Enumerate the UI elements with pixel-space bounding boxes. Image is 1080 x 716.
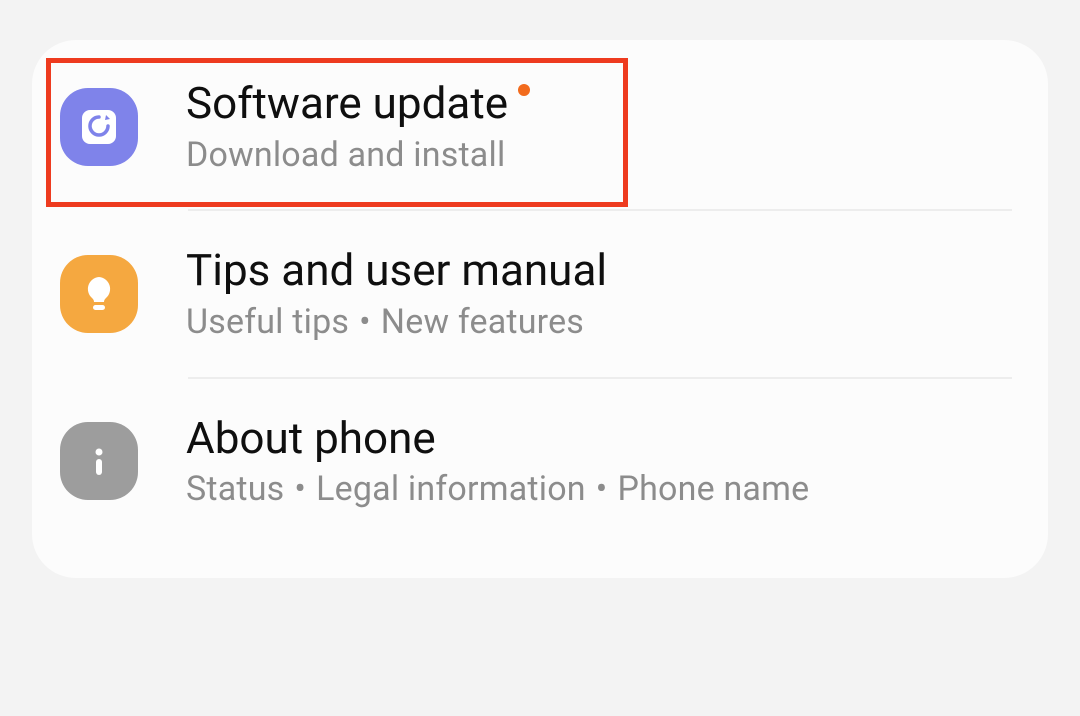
settings-item-title: Tips and user manual [186, 245, 607, 296]
divider [188, 209, 1012, 211]
settings-item-text: Tips and user manual Useful tips•New fea… [186, 245, 607, 342]
settings-item-title: Software update [186, 78, 508, 129]
info-icon [60, 422, 138, 500]
settings-item-subtitle: Download and install [186, 135, 530, 176]
software-update-icon [60, 88, 138, 166]
settings-item-software-update[interactable]: Software update Download and install [32, 50, 1048, 203]
settings-item-title: About phone [186, 413, 436, 464]
settings-item-subtitle: Status•Legal information•Phone name [186, 469, 809, 510]
settings-item-about-phone[interactable]: About phone Status•Legal information•Pho… [32, 385, 1048, 538]
settings-item-tips[interactable]: Tips and user manual Useful tips•New fea… [32, 217, 1048, 370]
lightbulb-icon [60, 255, 138, 333]
settings-card: Software update Download and install Tip… [32, 40, 1048, 578]
settings-item-text: About phone Status•Legal information•Pho… [186, 413, 809, 510]
settings-item-subtitle: Useful tips•New features [186, 302, 607, 343]
notification-dot-icon [518, 84, 530, 96]
divider [188, 377, 1012, 379]
settings-item-text: Software update Download and install [186, 78, 530, 175]
